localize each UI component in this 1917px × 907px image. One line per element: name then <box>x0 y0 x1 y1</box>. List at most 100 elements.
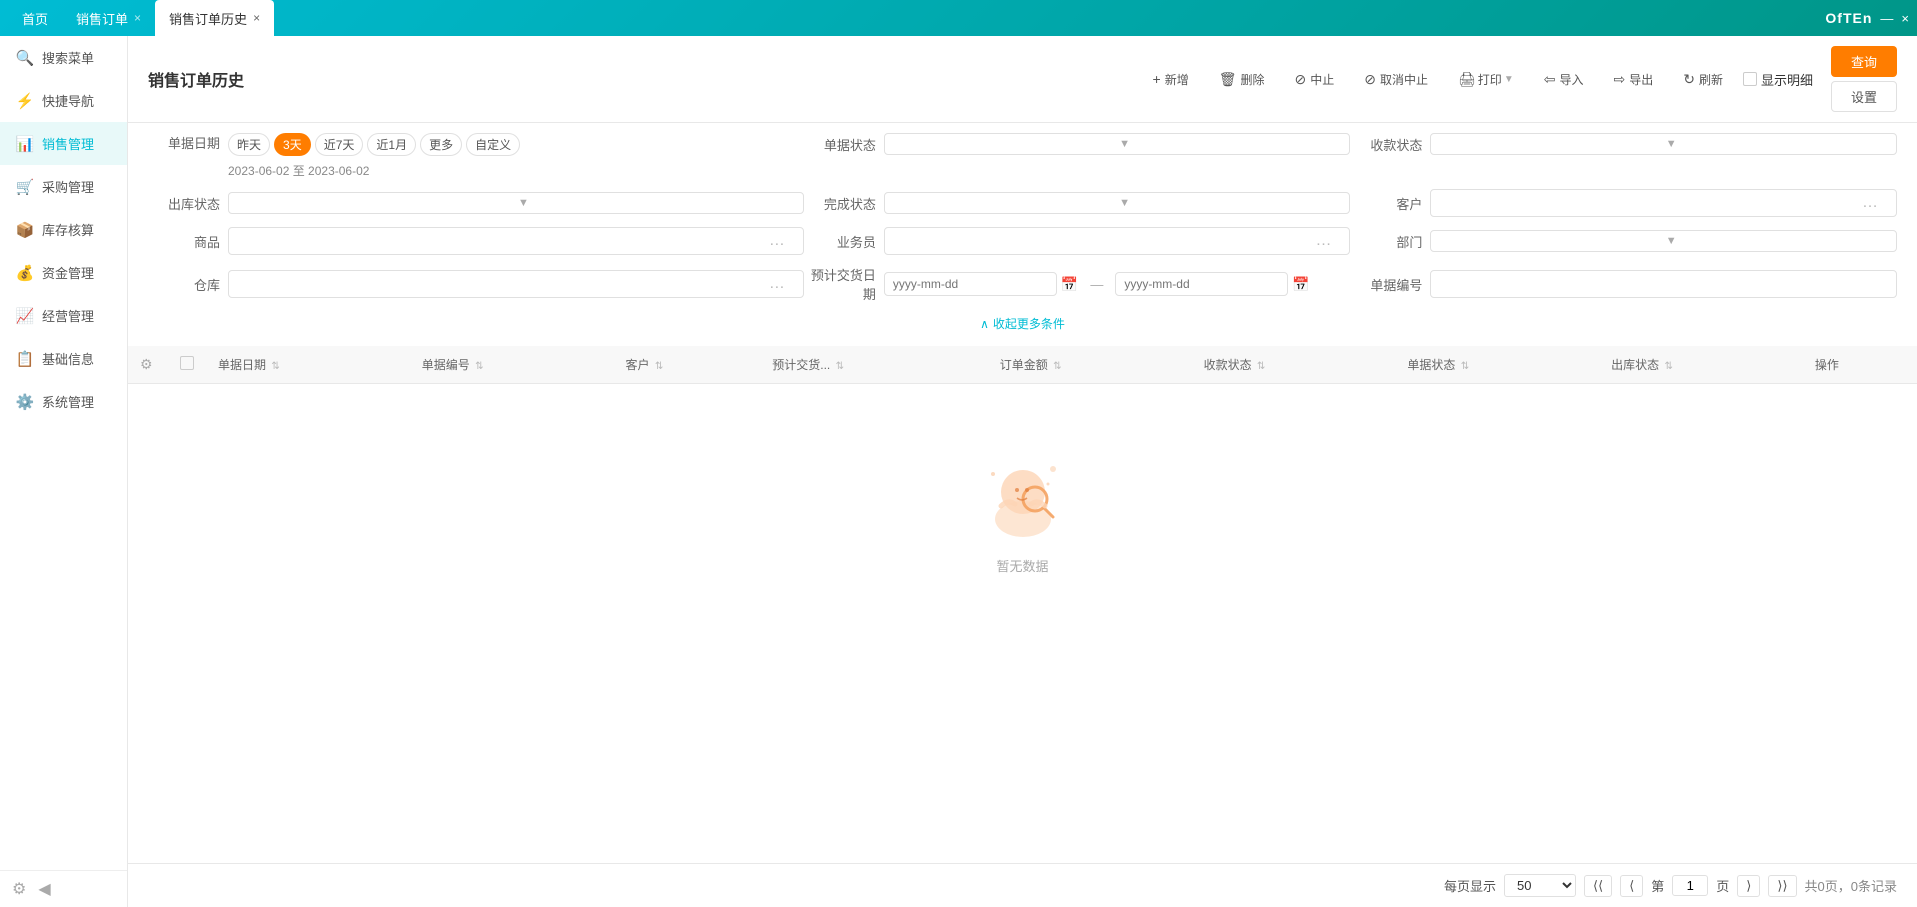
tab-home[interactable]: 首页 <box>8 0 62 36</box>
table-container: ⚙ 单据日期 ⇅ 单据编号 ⇅ <box>128 346 1917 863</box>
sidebar-item-quick-nav-label: 快捷导航 <box>42 91 94 110</box>
close-btn[interactable]: × <box>1901 11 1909 26</box>
sidebar-collapse-icon[interactable]: ◀ <box>38 879 50 899</box>
settings-button[interactable]: 设置 <box>1831 81 1897 112</box>
th-settings[interactable]: ⚙ <box>128 346 168 384</box>
table-settings-gear-icon[interactable]: ⚙ <box>140 356 153 372</box>
quick-nav-icon: ⚡ <box>16 92 34 110</box>
th-no-label: 单据编号 <box>422 358 470 372</box>
th-amount[interactable]: 订单金额 ⇅ <box>988 346 1192 384</box>
order-no-input-wrapper[interactable] <box>1430 270 1897 298</box>
payment-status-select[interactable]: ▼ <box>1430 133 1897 155</box>
next-page-btn[interactable]: ⟩ <box>1737 875 1760 897</box>
salesperson-input-wrapper[interactable]: … <box>884 227 1351 255</box>
export-button[interactable]: ⇨ 导出 <box>1603 67 1663 92</box>
sidebar-item-basic-info[interactable]: 📋 基础信息 <box>0 337 127 380</box>
date-filter-controls: 昨天 3天 近7天 近1月 更多 自定义 2023-06-02 至 2023-0… <box>228 133 520 179</box>
display-toggle-checkbox[interactable] <box>1743 72 1757 86</box>
expected-date-start[interactable] <box>884 272 1057 296</box>
th-expected-date-label: 预计交货... <box>772 358 830 372</box>
add-icon: + <box>1153 71 1161 87</box>
tab-sales-order-history-close[interactable]: × <box>253 11 260 25</box>
sidebar-item-search-menu[interactable]: 🔍 搜索菜单 <box>0 36 127 79</box>
per-page-select[interactable]: 50 20 100 200 <box>1504 874 1576 897</box>
cancel-stop-icon: ⊘ <box>1364 71 1376 88</box>
th-date-sort-icon: ⇅ <box>271 361 279 372</box>
page-title-row: 销售订单历史 + 新增 🗑 删除 ⊘ 中止 ⊘ <box>148 46 1897 112</box>
prev-page-btn[interactable]: ⟨ <box>1620 875 1643 897</box>
refresh-button[interactable]: ↻ 刷新 <box>1673 67 1733 92</box>
date-btn-7days[interactable]: 近7天 <box>315 133 364 156</box>
last-page-btn[interactable]: ⟩⟩ <box>1768 875 1796 897</box>
th-checkbox[interactable] <box>168 346 206 384</box>
tab-sales-order-close[interactable]: × <box>134 11 141 25</box>
order-status-arrow-icon: ▼ <box>1119 138 1341 150</box>
import-icon: ⇦ <box>1544 71 1556 88</box>
warehouse-input-wrapper[interactable]: … <box>228 270 804 298</box>
customer-input-wrapper[interactable]: … <box>1430 189 1897 217</box>
tab-home-label: 首页 <box>22 9 48 28</box>
display-toggle[interactable]: 显示明细 <box>1743 70 1813 89</box>
date-btn-more[interactable]: 更多 <box>420 133 462 156</box>
tab-sales-order-history[interactable]: 销售订单历史 × <box>155 0 274 36</box>
calendar-start-icon[interactable]: 📅 <box>1061 276 1078 293</box>
data-table: ⚙ 单据日期 ⇅ 单据编号 ⇅ <box>128 346 1917 635</box>
warehouse-filter: 仓库 … <box>148 270 804 298</box>
sidebar-settings-icon[interactable]: ⚙ <box>12 879 26 899</box>
sidebar-item-sales-mgmt[interactable]: 📊 销售管理 <box>0 122 127 165</box>
first-page-btn[interactable]: ⟨⟨ <box>1584 875 1612 897</box>
department-arrow-icon: ▼ <box>1666 235 1888 247</box>
th-no[interactable]: 单据编号 ⇅ <box>410 346 614 384</box>
add-button[interactable]: + 新增 <box>1143 67 1199 92</box>
date-btn-3days[interactable]: 3天 <box>274 133 311 156</box>
department-select[interactable]: ▼ <box>1430 230 1897 252</box>
sidebar-item-quick-nav[interactable]: ⚡ 快捷导航 <box>0 79 127 122</box>
salesperson-dots-icon[interactable]: … <box>1307 232 1341 250</box>
complete-status-select[interactable]: ▼ <box>884 192 1351 214</box>
main-layout: 🔍 搜索菜单 ⚡ 快捷导航 📊 销售管理 🛒 采购管理 📦 库存核算 💰 资金管… <box>0 36 1917 907</box>
product-input-wrapper[interactable]: … <box>228 227 804 255</box>
date-btn-1month[interactable]: 近1月 <box>367 133 416 156</box>
select-all-checkbox[interactable] <box>180 356 194 370</box>
import-button[interactable]: ⇦ 导入 <box>1534 67 1594 92</box>
sidebar-item-purchase-mgmt[interactable]: 🛒 采购管理 <box>0 165 127 208</box>
expected-date-end[interactable] <box>1115 272 1288 296</box>
date-btn-custom[interactable]: 自定义 <box>466 133 520 156</box>
print-button[interactable]: 🖨 打印 ▼ <box>1448 67 1524 92</box>
sidebar-item-basic-info-label: 基础信息 <box>42 349 94 368</box>
filter-row-4: 仓库 … 预计交货日期 📅 — 📅 <box>148 265 1897 303</box>
collapse-button[interactable]: ∧ 收起更多条件 <box>980 311 1065 336</box>
product-dots-icon[interactable]: … <box>761 232 795 250</box>
order-status-select[interactable]: ▼ <box>884 133 1351 155</box>
payment-status-filter: 收款状态 ▼ <box>1350 133 1897 155</box>
payment-status-arrow-icon: ▼ <box>1666 138 1888 150</box>
department-label: 部门 <box>1350 232 1430 251</box>
sidebar-item-inventory[interactable]: 📦 库存核算 <box>0 208 127 251</box>
th-order-status[interactable]: 单据状态 ⇅ <box>1395 346 1599 384</box>
tab-sales-order[interactable]: 销售订单 × <box>62 0 155 36</box>
th-payment-status[interactable]: 收款状态 ⇅ <box>1192 346 1396 384</box>
page-input[interactable] <box>1672 875 1708 896</box>
delete-button[interactable]: 🗑 删除 <box>1209 67 1275 92</box>
cancel-stop-label: 取消中止 <box>1380 71 1428 88</box>
th-customer[interactable]: 客户 ⇅ <box>614 346 761 384</box>
customer-dots-icon[interactable]: … <box>1854 194 1888 212</box>
sidebar-item-operations[interactable]: 📈 经营管理 <box>0 294 127 337</box>
warehouse-dots-icon[interactable]: … <box>761 275 795 293</box>
sidebar-item-finance[interactable]: 💰 资金管理 <box>0 251 127 294</box>
minimize-btn[interactable]: — <box>1880 11 1893 26</box>
delivery-status-label: 出库状态 <box>148 194 228 213</box>
th-date[interactable]: 单据日期 ⇅ <box>206 346 410 384</box>
query-button[interactable]: 查询 <box>1831 46 1897 77</box>
th-expected-date[interactable]: 预计交货... ⇅ <box>760 346 988 384</box>
stop-button[interactable]: ⊘ 中止 <box>1285 67 1345 92</box>
delivery-status-select[interactable]: ▼ <box>228 192 804 214</box>
print-label: 打印 <box>1478 71 1502 88</box>
sidebar-item-system-mgmt[interactable]: ⚙️ 系统管理 <box>0 380 127 423</box>
date-btn-yesterday[interactable]: 昨天 <box>228 133 270 156</box>
cancel-stop-button[interactable]: ⊘ 取消中止 <box>1354 67 1438 92</box>
th-ops-label: 操作 <box>1815 358 1839 372</box>
calendar-end-icon[interactable]: 📅 <box>1292 276 1309 293</box>
date-separator: — <box>1082 277 1111 292</box>
th-delivery-status[interactable]: 出库状态 ⇅ <box>1599 346 1803 384</box>
